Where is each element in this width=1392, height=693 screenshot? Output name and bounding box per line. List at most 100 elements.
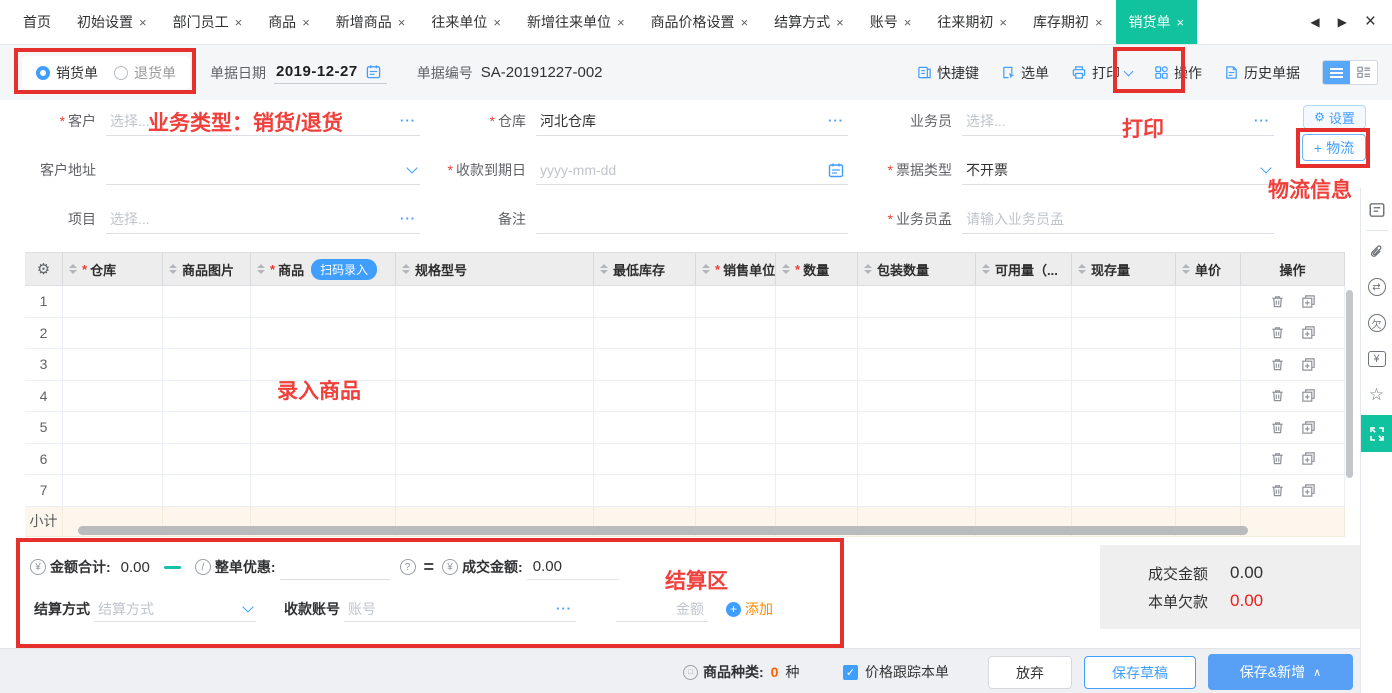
cell-package-qty[interactable] xyxy=(858,286,976,318)
cell-spec[interactable] xyxy=(396,412,594,444)
cell-quantity[interactable] xyxy=(776,380,858,412)
cell-available[interactable] xyxy=(976,412,1072,444)
tab-goods[interactable]: 商品 × xyxy=(255,0,323,44)
money-icon[interactable]: ¥ xyxy=(1361,341,1392,377)
cell-on-hand[interactable] xyxy=(1072,349,1176,381)
delete-row-icon[interactable] xyxy=(1270,325,1285,340)
sort-icon[interactable] xyxy=(257,264,265,274)
delete-row-icon[interactable] xyxy=(1270,420,1285,435)
cell-unit-price[interactable] xyxy=(1176,349,1241,381)
header-package-qty[interactable]: 包装数量 xyxy=(858,253,976,285)
cell-min-stock[interactable] xyxy=(594,412,696,444)
cell-quantity[interactable] xyxy=(776,349,858,381)
tabs-prev-icon[interactable]: ◀ xyxy=(1310,15,1319,29)
cell-unit-price[interactable] xyxy=(1176,443,1241,475)
tab-dept-staff[interactable]: 部门员工 × xyxy=(160,0,256,44)
favorite-star-icon[interactable]: ☆ xyxy=(1361,377,1392,413)
list-view-button[interactable] xyxy=(1323,61,1350,84)
invoice-type-field[interactable]: * 票据类型 不开票 xyxy=(850,155,1274,185)
print-button[interactable]: 打印 xyxy=(1071,63,1134,83)
cell-spec[interactable] xyxy=(396,475,594,507)
tab-close-icon[interactable]: × xyxy=(836,15,844,30)
cell-sale-unit[interactable] xyxy=(696,286,776,318)
sort-icon[interactable] xyxy=(1182,264,1190,274)
cell-available[interactable] xyxy=(976,349,1072,381)
delete-row-icon[interactable] xyxy=(1270,483,1285,498)
sort-icon[interactable] xyxy=(69,264,77,274)
tab-partners[interactable]: 往来单位 × xyxy=(418,0,514,44)
delete-row-icon[interactable] xyxy=(1270,451,1285,466)
cell-available[interactable] xyxy=(976,317,1072,349)
cell-warehouse[interactable] xyxy=(63,317,163,349)
header-quantity[interactable]: * 数量 xyxy=(776,253,858,285)
tab-partner-opening[interactable]: 往来期初 × xyxy=(924,0,1020,44)
deal-amount-input[interactable]: 0.00 xyxy=(526,554,619,580)
cell-sale-unit[interactable] xyxy=(696,380,776,412)
ellipsis-icon[interactable]: ··· xyxy=(400,211,416,226)
project-field[interactable]: 项目 选择... ··· xyxy=(8,204,420,234)
cell-goods[interactable] xyxy=(251,475,396,507)
action-button[interactable]: 操作 xyxy=(1154,63,1202,83)
tab-close-icon[interactable]: × xyxy=(398,15,406,30)
cell-on-hand[interactable] xyxy=(1072,443,1176,475)
note-icon[interactable] xyxy=(1361,192,1392,228)
radio-sales-order[interactable]: 销货单 xyxy=(36,63,98,83)
cell-goods[interactable] xyxy=(251,380,396,412)
cell-on-hand[interactable] xyxy=(1072,317,1176,349)
cell-sale-unit[interactable] xyxy=(696,475,776,507)
sort-icon[interactable] xyxy=(600,264,608,274)
column-settings-header[interactable]: ⚙ xyxy=(25,253,63,285)
logistics-button[interactable]: + 物流 xyxy=(1302,134,1366,161)
cell-spec[interactable] xyxy=(396,286,594,318)
cell-spec[interactable] xyxy=(396,317,594,349)
cell-unit-price[interactable] xyxy=(1176,380,1241,412)
cell-package-qty[interactable] xyxy=(858,317,976,349)
tab-close-icon[interactable]: × xyxy=(139,15,147,30)
header-sale-unit[interactable]: * 销售单位 xyxy=(696,253,776,285)
cell-sale-unit[interactable] xyxy=(696,317,776,349)
tab-close-icon[interactable]: × xyxy=(493,15,501,30)
cell-warehouse[interactable] xyxy=(63,380,163,412)
customer-address-field[interactable]: 客户地址 xyxy=(8,155,420,185)
tab-close-icon[interactable]: × xyxy=(302,15,310,30)
cell-quantity[interactable] xyxy=(776,317,858,349)
cell-goods-image[interactable] xyxy=(163,286,251,318)
tab-account[interactable]: 账号 × xyxy=(857,0,925,44)
copy-row-icon[interactable] xyxy=(1301,420,1316,435)
sort-icon[interactable] xyxy=(702,264,710,274)
add-settlement-button[interactable]: + 添加 xyxy=(726,599,773,619)
copy-row-icon[interactable] xyxy=(1301,388,1316,403)
cell-goods[interactable] xyxy=(251,286,396,318)
cell-unit-price[interactable] xyxy=(1176,412,1241,444)
cell-on-hand[interactable] xyxy=(1072,380,1176,412)
cell-quantity[interactable] xyxy=(776,412,858,444)
salesman-field[interactable]: 业务员 选择... ··· xyxy=(850,106,1274,136)
tab-add-partner[interactable]: 新增往来单位 × xyxy=(514,0,638,44)
cell-warehouse[interactable] xyxy=(63,286,163,318)
cell-available[interactable] xyxy=(976,380,1072,412)
header-warehouse[interactable]: * 仓库 xyxy=(63,253,163,285)
cancel-button[interactable]: 放弃 xyxy=(988,656,1072,689)
save-draft-button[interactable]: 保存草稿 xyxy=(1084,656,1196,689)
cell-goods-image[interactable] xyxy=(163,443,251,475)
transfer-icon[interactable]: ⇄ xyxy=(1361,269,1392,305)
cell-goods-image[interactable] xyxy=(163,412,251,444)
cell-package-qty[interactable] xyxy=(858,412,976,444)
cell-goods-image[interactable] xyxy=(163,317,251,349)
cell-warehouse[interactable] xyxy=(63,349,163,381)
attachment-icon[interactable] xyxy=(1361,233,1392,269)
cell-min-stock[interactable] xyxy=(594,286,696,318)
scan-entry-badge[interactable]: 扫码录入 xyxy=(311,258,378,280)
horizontal-scrollbar[interactable] xyxy=(78,526,1248,535)
amount-input[interactable]: 金额 xyxy=(616,596,708,622)
cell-unit-price[interactable] xyxy=(1176,475,1241,507)
sort-icon[interactable] xyxy=(864,264,872,274)
cell-available[interactable] xyxy=(976,443,1072,475)
sort-icon[interactable] xyxy=(982,264,990,274)
tab-close-icon[interactable]: × xyxy=(904,15,912,30)
calendar-icon[interactable] xyxy=(366,64,381,79)
cell-package-qty[interactable] xyxy=(858,349,976,381)
tab-close-icon[interactable]: × xyxy=(617,15,625,30)
copy-row-icon[interactable] xyxy=(1301,357,1316,372)
cell-goods-image[interactable] xyxy=(163,349,251,381)
